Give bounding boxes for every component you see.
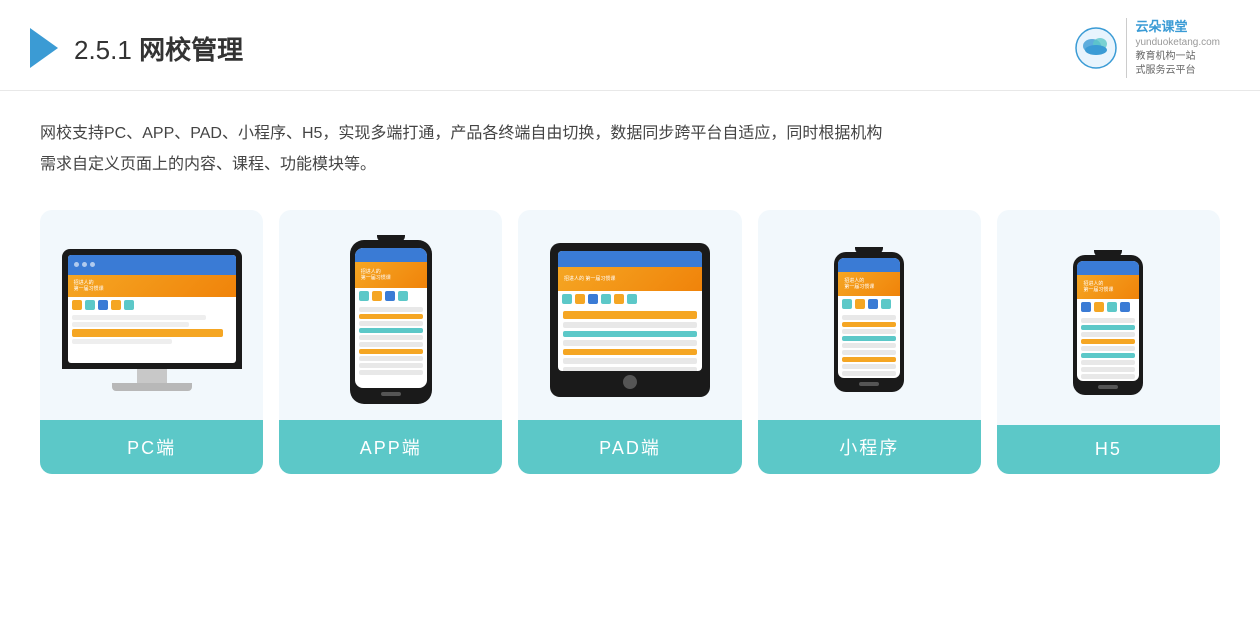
header-left: 2.5.1 网校管理 (30, 28, 243, 68)
card-pc: 招进人的第一届习惯课 (40, 210, 263, 474)
h5-phone-icon: 招进人的第一届习惯课 (1071, 250, 1146, 395)
brand-tagline2: 式服务云平台 (1135, 64, 1195, 78)
brand-logo: 云朵课堂 yunduoketang.com 教育机构一站 式服务云平台 (1074, 18, 1220, 78)
pc-monitor-icon: 招进人的第一届习惯课 (62, 249, 242, 391)
title-main: 网校管理 (139, 35, 243, 65)
brand-site: yunduoketang.com (1135, 36, 1220, 50)
brand-text: 云朵课堂 yunduoketang.com 教育机构一站 式服务云平台 (1126, 18, 1220, 78)
card-app-image: 招进人的第一届习惯课 (279, 210, 502, 420)
page-title: 2.5.1 网校管理 (74, 30, 243, 67)
page-header: 2.5.1 网校管理 云朵课堂 yunduoketang.com 教育机构一站 … (0, 0, 1260, 91)
pad-tablet-icon: 招进人的 第一届习惯课 (550, 243, 710, 397)
app-phone-icon: 招进人的第一届习惯课 (346, 235, 436, 404)
card-miniprogram: 招进人的第一届习惯课 (758, 210, 981, 474)
logo-triangle-icon (30, 28, 58, 68)
description-line2: 需求自定义页面上的内容、课程、功能模块等。 (40, 150, 1220, 180)
yunduoketang-icon (1074, 26, 1118, 70)
card-pc-image: 招进人的第一届习惯课 (40, 210, 263, 420)
card-app-label: APP端 (279, 420, 502, 474)
main-content: 网校支持PC、APP、PAD、小程序、H5，实现多端打通，产品各终端自由切换，数… (0, 91, 1260, 494)
card-pad: 招进人的 第一届习惯课 (518, 210, 741, 474)
device-cards-container: 招进人的第一届习惯课 (40, 210, 1220, 474)
card-pad-image: 招进人的 第一届习惯课 (518, 210, 741, 420)
card-h5: 招进人的第一届习惯课 (997, 210, 1220, 474)
card-miniprogram-label: 小程序 (758, 420, 981, 474)
description-line1: 网校支持PC、APP、PAD、小程序、H5，实现多端打通，产品各终端自由切换，数… (40, 119, 1220, 149)
brand-tagline: 教育机构一站 (1135, 50, 1195, 64)
card-app: 招进人的第一届习惯课 (279, 210, 502, 474)
brand-name: 云朵课堂 (1135, 18, 1187, 36)
card-pc-label: PC端 (40, 420, 263, 474)
card-h5-image: 招进人的第一届习惯课 (997, 210, 1220, 425)
card-h5-label: H5 (997, 425, 1220, 474)
description-text: 网校支持PC、APP、PAD、小程序、H5，实现多端打通，产品各终端自由切换，数… (40, 119, 1220, 180)
card-pad-label: PAD端 (518, 420, 741, 474)
card-miniprogram-image: 招进人的第一届习惯课 (758, 210, 981, 420)
miniprogram-phone-icon: 招进人的第一届习惯课 (832, 247, 907, 392)
title-prefix: 2.5.1 (74, 35, 139, 65)
